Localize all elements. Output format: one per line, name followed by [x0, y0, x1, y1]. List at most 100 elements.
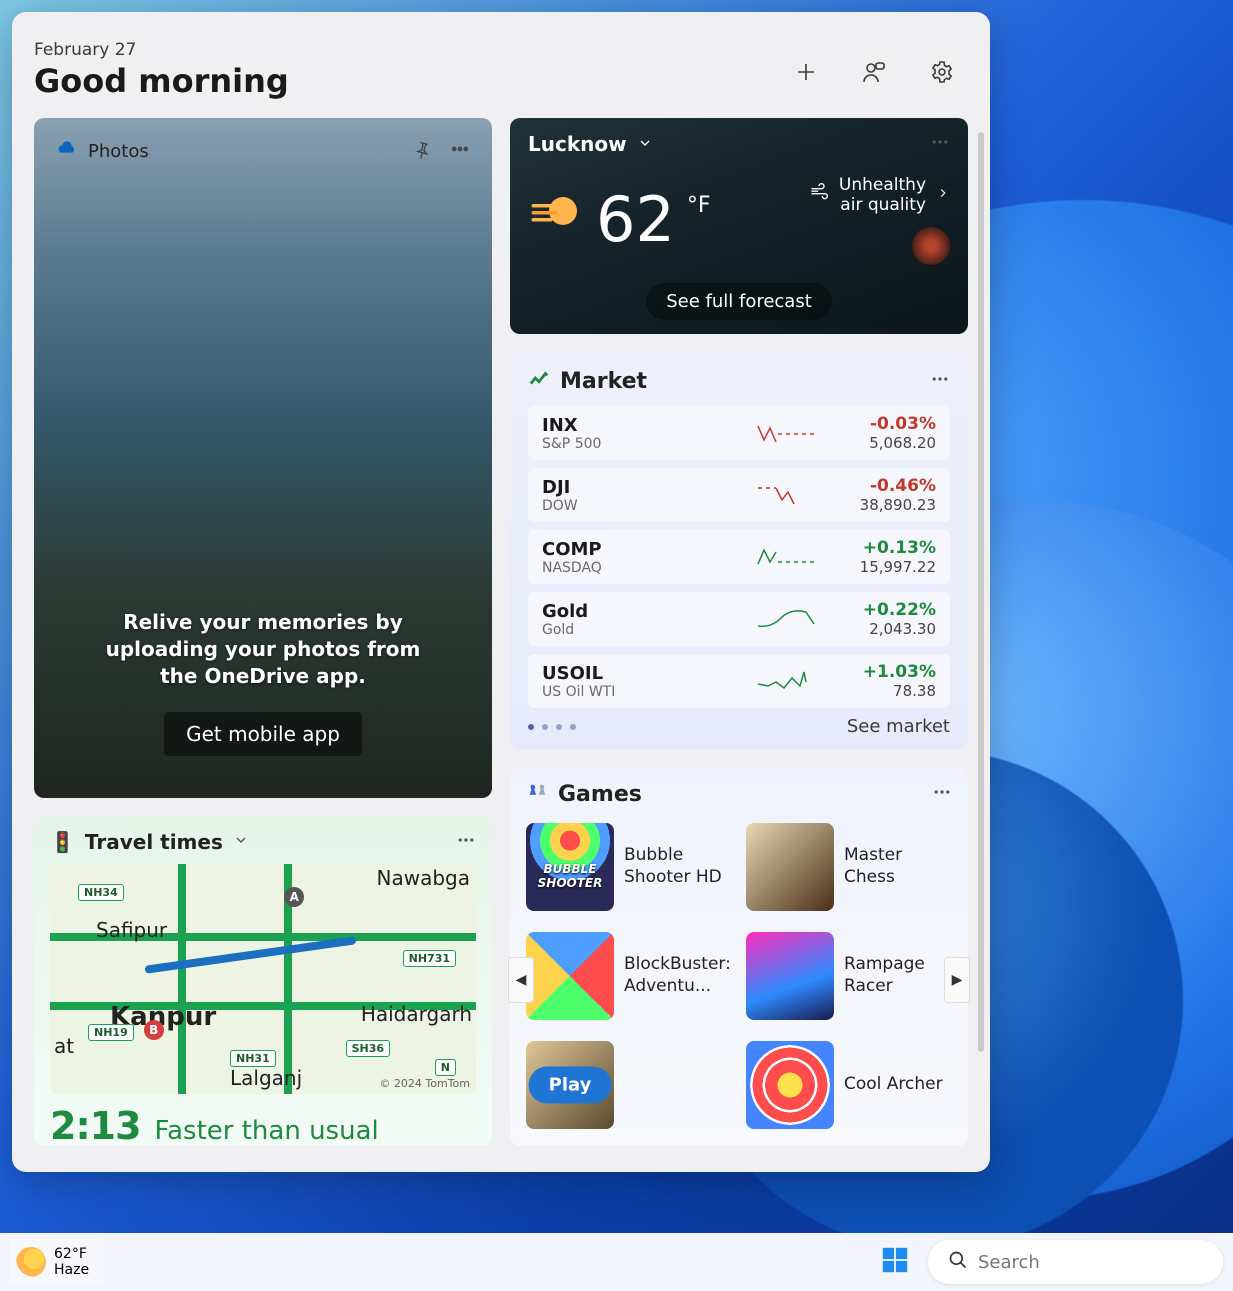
get-mobile-app-button[interactable]: Get mobile app [164, 712, 362, 756]
search-input[interactable] [978, 1252, 1203, 1273]
stock-name: S&P 500 [542, 436, 756, 452]
stock-row[interactable]: INXS&P 500 -0.03%5,068.20 [528, 406, 950, 460]
stock-row[interactable]: COMPNASDAQ +0.13%15,997.22 [528, 530, 950, 584]
aq-indicator-icon [912, 227, 950, 265]
air-quality-button[interactable]: Unhealthy air quality [809, 175, 950, 215]
play-button[interactable]: Play [529, 1066, 612, 1103]
weather-location[interactable]: Lucknow [528, 132, 627, 156]
stock-name: Gold [542, 622, 756, 638]
map-city: Nawabga [377, 866, 470, 890]
more-icon[interactable] [932, 782, 952, 806]
chevron-down-icon[interactable] [637, 132, 653, 156]
games-title: Games [558, 782, 642, 807]
stock-symbol: Gold [542, 601, 756, 622]
taskbar: 62°F Haze [0, 1233, 1233, 1291]
game-tile[interactable]: BlockBuster: Adventu... [526, 928, 732, 1023]
map-city: Haidargarh [361, 1002, 472, 1026]
stock-symbol: COMP [542, 539, 756, 560]
game-tile[interactable]: Bubble Shooter HD [526, 819, 732, 914]
stock-row[interactable]: USOILUS Oil WTI +1.03%78.38 [528, 654, 950, 708]
weather-unit: °F [687, 193, 711, 218]
stock-val: 15,997.22 [826, 558, 936, 576]
more-icon[interactable] [456, 830, 476, 854]
stock-val: 2,043.30 [826, 620, 936, 638]
game-label: Master Chess [844, 845, 952, 888]
search-icon [948, 1250, 968, 1274]
more-icon[interactable] [930, 132, 950, 156]
see-market-link[interactable]: See market [847, 716, 950, 737]
weather-condition-icon [528, 183, 584, 243]
travel-map[interactable]: Nawabga Safipur Kanpur Haidargarh at Lal… [50, 864, 476, 1094]
game-thumb [746, 1041, 834, 1129]
taskbar-temp: 62°F [54, 1246, 89, 1262]
stock-row[interactable]: DJIDOW -0.46%38,890.23 [528, 468, 950, 522]
games-next-button[interactable]: ▶ [944, 957, 970, 1003]
stock-symbol: DJI [542, 477, 756, 498]
map-city: Lalganj [230, 1066, 302, 1090]
stock-row[interactable]: GoldGold +0.22%2,043.30 [528, 592, 950, 646]
highway-badge: NH19 [88, 1024, 134, 1041]
widgets-panel: February 27 Good morning [12, 12, 990, 1172]
more-icon[interactable] [450, 139, 470, 163]
games-widget[interactable]: Games Bubble Shooter HD Master Chess [510, 767, 968, 1146]
games-prev-button[interactable]: ◀ [508, 957, 534, 1003]
stock-val: 78.38 [826, 682, 936, 700]
pagination-dots[interactable] [528, 724, 576, 730]
photos-widget[interactable]: Photos Relive your memories by uploading… [34, 118, 492, 798]
header-date: February 27 [34, 40, 289, 60]
game-tile[interactable]: Master Chess [746, 819, 952, 914]
game-tile[interactable]: Cool Archer [746, 1037, 952, 1132]
start-button[interactable] [880, 1245, 910, 1279]
map-city: Safipur [96, 918, 167, 942]
highway-badge: SH36 [346, 1040, 390, 1057]
game-thumb [526, 823, 614, 911]
market-icon [528, 368, 550, 394]
scrollbar[interactable] [978, 132, 984, 1052]
more-icon[interactable] [930, 369, 950, 393]
game-thumb [526, 932, 614, 1020]
account-button[interactable] [860, 58, 888, 86]
highway-badge: N [435, 1059, 456, 1076]
stock-pct: -0.46% [826, 476, 936, 496]
stock-symbol: USOIL [542, 663, 756, 684]
stock-name: US Oil WTI [542, 684, 756, 700]
photos-title: Photos [88, 141, 149, 162]
taskbar-cond: Haze [54, 1262, 89, 1278]
air-quality-icon [809, 182, 829, 207]
highway-badge: NH731 [403, 950, 456, 967]
taskbar-search[interactable] [928, 1240, 1223, 1284]
game-thumb [746, 932, 834, 1020]
sparkline-icon [756, 419, 826, 447]
map-marker-b: B [144, 1020, 164, 1040]
game-label: Cool Archer [844, 1074, 943, 1095]
weather-widget[interactable]: Lucknow 62 °F [510, 118, 968, 334]
photos-message: Relive your memories by uploading your p… [93, 609, 433, 690]
add-widget-button[interactable] [792, 58, 820, 86]
taskbar-weather[interactable]: 62°F Haze [10, 1239, 103, 1285]
stock-val: 38,890.23 [826, 496, 936, 514]
travel-title: Travel times [85, 830, 223, 854]
game-thumb: Play [526, 1041, 614, 1129]
stock-pct: +1.03% [826, 662, 936, 682]
stock-name: NASDAQ [542, 560, 756, 576]
game-label: Rampage Racer [844, 954, 952, 997]
travel-widget[interactable]: 🚦 Travel times Nawabga Safipur [34, 816, 492, 1146]
weather-temp: 62 [596, 183, 675, 256]
chevron-down-icon[interactable] [233, 832, 249, 852]
game-tile[interactable]: Rampage Racer [746, 928, 952, 1023]
travel-time: 2:13 [50, 1104, 141, 1146]
pin-icon[interactable] [412, 139, 432, 163]
highway-badge: NH31 [230, 1050, 276, 1067]
stock-symbol: INX [542, 415, 756, 436]
sparkline-icon [756, 543, 826, 571]
see-forecast-button[interactable]: See full forecast [646, 283, 832, 320]
game-label: Bubble Shooter HD [624, 845, 732, 888]
traffic-icon: 🚦 [50, 830, 75, 854]
map-marker-a: A [284, 887, 304, 907]
market-title: Market [560, 369, 647, 394]
market-widget[interactable]: Market INXS&P 500 -0.03%5,068.20 DJIDOW … [510, 352, 968, 749]
game-tile[interactable]: Play [526, 1037, 732, 1132]
header-greeting: Good morning [34, 62, 289, 100]
stock-pct: +0.13% [826, 538, 936, 558]
settings-button[interactable] [928, 58, 956, 86]
